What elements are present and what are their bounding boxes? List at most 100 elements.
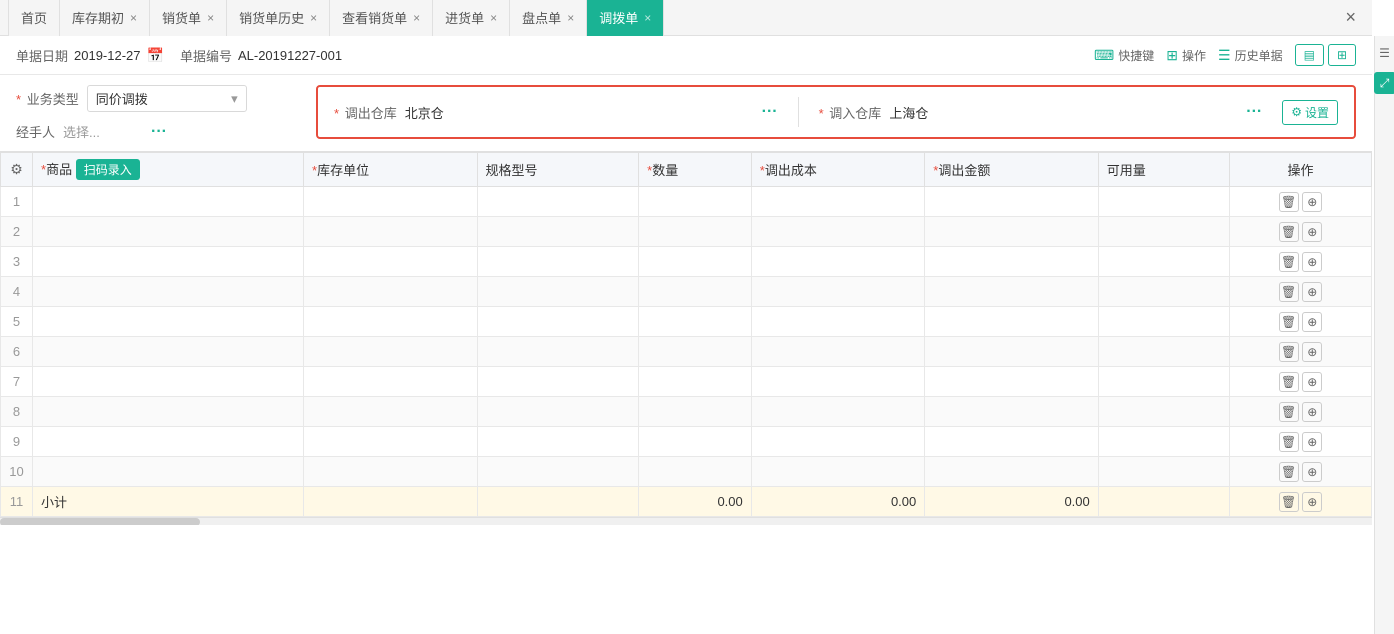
- delete-row-8-icon[interactable]: 🗑: [1279, 402, 1299, 422]
- delete-row-1-icon[interactable]: 🗑: [1279, 192, 1299, 212]
- layout-button-1[interactable]: ▤: [1295, 44, 1324, 66]
- operation-button[interactable]: ⊞ 操作: [1166, 47, 1206, 64]
- calendar-icon[interactable]: 📅: [147, 47, 164, 64]
- row-cost-4[interactable]: [751, 277, 925, 307]
- row-available-9[interactable]: [1098, 427, 1229, 457]
- row-amount-5[interactable]: [925, 307, 1099, 337]
- history-button[interactable]: ☰ 历史单据: [1218, 47, 1283, 64]
- close-window-button[interactable]: ×: [1337, 7, 1364, 28]
- tab-home[interactable]: 首页: [8, 0, 60, 36]
- row-product-9[interactable]: [33, 427, 304, 457]
- row-amount-8[interactable]: [925, 397, 1099, 427]
- close-inventory-count[interactable]: ×: [567, 11, 574, 25]
- row-quantity-8[interactable]: [639, 397, 752, 427]
- warehouse-settings-button[interactable]: ⚙ 设置: [1282, 100, 1338, 125]
- row-amount-4[interactable]: [925, 277, 1099, 307]
- delete-row-2-icon[interactable]: 🗑: [1279, 222, 1299, 242]
- row-quantity-6[interactable]: [639, 337, 752, 367]
- sidebar-list-icon[interactable]: ☰: [1376, 44, 1394, 62]
- delete-row-3-icon[interactable]: 🗑: [1279, 252, 1299, 272]
- close-purchase-order[interactable]: ×: [490, 11, 497, 25]
- row-spec-3[interactable]: [477, 247, 639, 277]
- row-product-2[interactable]: [33, 217, 304, 247]
- row-quantity-10[interactable]: [639, 457, 752, 487]
- row-quantity-7[interactable]: [639, 367, 752, 397]
- close-sales-order[interactable]: ×: [207, 11, 214, 25]
- row-product-5[interactable]: [33, 307, 304, 337]
- row-amount-2[interactable]: [925, 217, 1099, 247]
- row-spec-7[interactable]: [477, 367, 639, 397]
- copy-row-1-icon[interactable]: ⊕: [1302, 192, 1322, 212]
- row-quantity-4[interactable]: [639, 277, 752, 307]
- tab-inventory-init[interactable]: 库存期初 ×: [60, 0, 150, 36]
- row-spec-10[interactable]: [477, 457, 639, 487]
- delete-row-9-icon[interactable]: 🗑: [1279, 432, 1299, 452]
- scan-input-button[interactable]: 扫码录入: [76, 159, 140, 180]
- row-quantity-5[interactable]: [639, 307, 752, 337]
- row-spec-6[interactable]: [477, 337, 639, 367]
- out-warehouse-more-button[interactable]: ···: [762, 103, 778, 121]
- row-spec-1[interactable]: [477, 187, 639, 217]
- tab-view-sales[interactable]: 查看销货单 ×: [330, 0, 433, 36]
- in-warehouse-more-button[interactable]: ···: [1246, 103, 1262, 121]
- delete-row-5-icon[interactable]: 🗑: [1279, 312, 1299, 332]
- row-unit-8[interactable]: [304, 397, 478, 427]
- row-unit-2[interactable]: [304, 217, 478, 247]
- handler-more-button[interactable]: ···: [151, 123, 167, 141]
- row-delete-icon[interactable]: 🗑: [1279, 492, 1299, 512]
- row-cost-9[interactable]: [751, 427, 925, 457]
- handler-chooser[interactable]: 选择...: [63, 122, 143, 141]
- row-cost-8[interactable]: [751, 397, 925, 427]
- row-available-2[interactable]: [1098, 217, 1229, 247]
- copy-row-5-icon[interactable]: ⊕: [1302, 312, 1322, 332]
- scrollbar-thumb[interactable]: [0, 518, 200, 525]
- tab-sales-history[interactable]: 销货单历史 ×: [227, 0, 330, 36]
- delete-row-7-icon[interactable]: 🗑: [1279, 372, 1299, 392]
- row-quantity-9[interactable]: [639, 427, 752, 457]
- close-view-sales[interactable]: ×: [413, 11, 420, 25]
- row-product-7[interactable]: [33, 367, 304, 397]
- delete-row-10-icon[interactable]: 🗑: [1279, 462, 1299, 482]
- row-unit-3[interactable]: [304, 247, 478, 277]
- row-spec-8[interactable]: [477, 397, 639, 427]
- row-amount-9[interactable]: [925, 427, 1099, 457]
- row-cost-3[interactable]: [751, 247, 925, 277]
- column-settings-icon[interactable]: ⚙: [10, 161, 23, 177]
- row-available-4[interactable]: [1098, 277, 1229, 307]
- row-available-8[interactable]: [1098, 397, 1229, 427]
- tab-transfer-order[interactable]: 调拨单 ×: [587, 0, 664, 36]
- row-copy-icon[interactable]: ⊕: [1302, 492, 1322, 512]
- row-spec-9[interactable]: [477, 427, 639, 457]
- row-unit-9[interactable]: [304, 427, 478, 457]
- row-cost-1[interactable]: [751, 187, 925, 217]
- row-unit-6[interactable]: [304, 337, 478, 367]
- row-unit-1[interactable]: [304, 187, 478, 217]
- copy-row-10-icon[interactable]: ⊕: [1302, 462, 1322, 482]
- row-product-4[interactable]: [33, 277, 304, 307]
- row-quantity-1[interactable]: [639, 187, 752, 217]
- row-quantity-3[interactable]: [639, 247, 752, 277]
- row-available-5[interactable]: [1098, 307, 1229, 337]
- row-product-1[interactable]: [33, 187, 304, 217]
- copy-row-2-icon[interactable]: ⊕: [1302, 222, 1322, 242]
- business-type-select[interactable]: 同价调拨 ▾: [87, 85, 247, 112]
- row-cost-7[interactable]: [751, 367, 925, 397]
- close-transfer-order[interactable]: ×: [644, 11, 651, 25]
- row-unit-10[interactable]: [304, 457, 478, 487]
- row-unit-5[interactable]: [304, 307, 478, 337]
- shortcut-button[interactable]: ⌨ 快捷键: [1094, 47, 1154, 64]
- row-amount-1[interactable]: [925, 187, 1099, 217]
- row-cost-2[interactable]: [751, 217, 925, 247]
- copy-row-8-icon[interactable]: ⊕: [1302, 402, 1322, 422]
- row-product-10[interactable]: [33, 457, 304, 487]
- row-quantity-2[interactable]: [639, 217, 752, 247]
- copy-row-4-icon[interactable]: ⊕: [1302, 282, 1322, 302]
- tab-inventory-count[interactable]: 盘点单 ×: [510, 0, 587, 36]
- close-inventory-init[interactable]: ×: [130, 11, 137, 25]
- row-amount-3[interactable]: [925, 247, 1099, 277]
- row-unit-4[interactable]: [304, 277, 478, 307]
- row-cost-10[interactable]: [751, 457, 925, 487]
- row-available-10[interactable]: [1098, 457, 1229, 487]
- layout-button-2[interactable]: ⊞: [1328, 44, 1356, 66]
- row-available-7[interactable]: [1098, 367, 1229, 397]
